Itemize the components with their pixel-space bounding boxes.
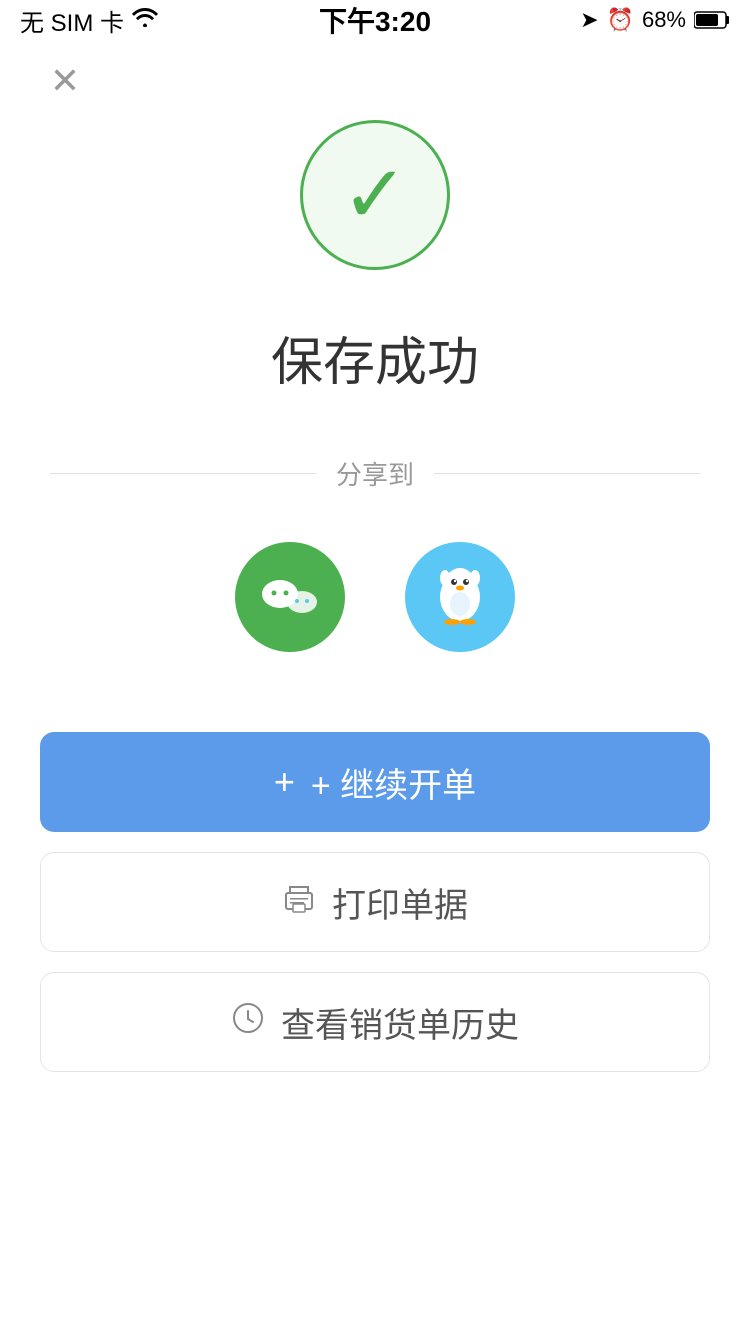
history-icon (231, 1001, 265, 1044)
continue-plus-icon: + (274, 761, 295, 803)
continue-label: + 继续开单 (311, 758, 476, 807)
divider-line-right (434, 473, 700, 474)
wechat-share-button[interactable] (235, 542, 345, 652)
success-circle: ✓ (300, 120, 450, 270)
qq-icon (430, 562, 490, 632)
print-icon (282, 883, 316, 922)
print-label: 打印单据 (332, 878, 468, 927)
divider-line-left (50, 473, 316, 474)
share-divider: 分享到 (50, 455, 700, 492)
close-icon: ✕ (50, 63, 80, 99)
status-left: 无 SIM 卡 (20, 3, 158, 38)
history-button[interactable]: 查看销货单历史 (40, 972, 710, 1072)
status-right: ➤ ⏰ 68% (580, 7, 730, 33)
action-buttons: + + 继续开单 打印单据 (0, 732, 750, 1072)
status-bar: 无 SIM 卡 下午3:20 ➤ ⏰ 68% (0, 0, 750, 40)
continue-button[interactable]: + + 继续开单 (40, 732, 710, 832)
share-icons (50, 542, 700, 652)
sim-text: 无 SIM 卡 (20, 3, 124, 38)
success-title: 保存成功 (271, 320, 479, 395)
status-time: 下午3:20 (319, 0, 431, 40)
print-button[interactable]: 打印单据 (40, 852, 710, 952)
share-label: 分享到 (316, 455, 434, 492)
wifi-icon (132, 7, 158, 33)
battery-text: 68% (642, 7, 686, 33)
close-button[interactable]: ✕ (40, 56, 90, 106)
wechat-icon (255, 562, 325, 632)
battery-icon (694, 10, 730, 30)
main-content: ✓ 保存成功 分享到 (0, 40, 750, 1072)
history-label: 查看销货单历史 (281, 998, 519, 1047)
location-icon: ➤ (580, 7, 598, 33)
checkmark-icon: ✓ (341, 155, 408, 235)
alarm-icon: ⏰ (607, 7, 634, 33)
qq-share-button[interactable] (405, 542, 515, 652)
share-section: 分享到 (0, 455, 750, 732)
